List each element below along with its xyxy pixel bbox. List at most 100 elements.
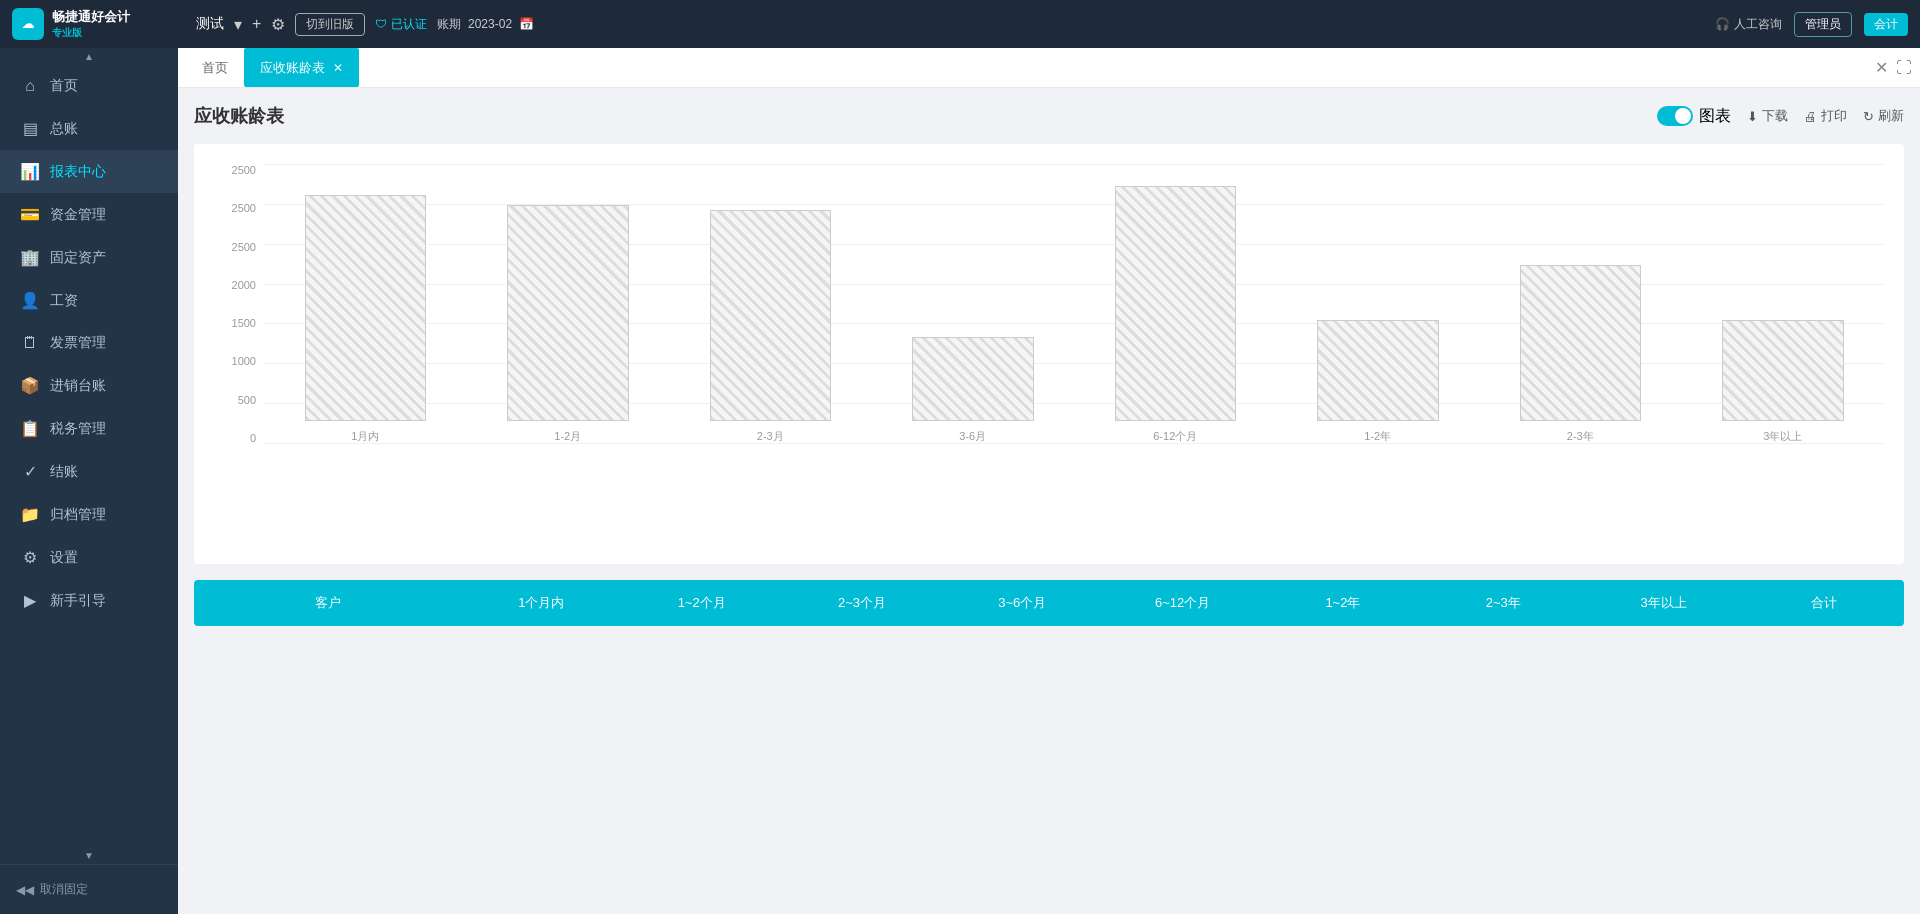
sidebar-bottom: ◀◀ 取消固定 xyxy=(0,864,178,914)
sidebar-item-reports[interactable]: 📊 报表中心 xyxy=(0,150,178,193)
inventory-icon: 📦 xyxy=(20,376,40,395)
bar-7 xyxy=(1722,320,1844,421)
cancel-fixed-btn[interactable]: ◀◀ 取消固定 xyxy=(0,873,178,906)
chart-container: 2500 2500 2500 2000 1500 1000 500 0 xyxy=(194,144,1904,564)
sidebar-item-invoice[interactable]: 🗒 发票管理 xyxy=(0,322,178,364)
sidebar-item-close[interactable]: ✓ 结账 xyxy=(0,450,178,493)
y-label-1000: 1000 xyxy=(232,355,256,367)
print-icon: 🖨 xyxy=(1804,109,1817,124)
sidebar-label-ledger: 总账 xyxy=(50,120,78,138)
th-1-2month: 1~2个月 xyxy=(622,580,782,626)
sidebar-label-guide: 新手引导 xyxy=(50,592,106,610)
sidebar-label-invoice: 发票管理 xyxy=(50,334,106,352)
tab-bar: 首页 应收账龄表 ✕ ✕ ⛶ xyxy=(178,48,1920,88)
tab-home[interactable]: 首页 xyxy=(186,48,244,87)
bar-group-3: 3-6月 xyxy=(872,184,1075,444)
content-area: 首页 应收账龄表 ✕ ✕ ⛶ 应收账龄表 xyxy=(178,48,1920,914)
salary-icon: 👤 xyxy=(20,291,40,310)
bar-x-label-7: 3年以上 xyxy=(1682,429,1885,444)
y-label-2500c: 2500 xyxy=(232,241,256,253)
data-table: 客户 1个月内 1~2个月 2~3个月 3~6个月 6~12个月 1~2年 2~… xyxy=(194,580,1904,626)
account-btn[interactable]: 会计 xyxy=(1864,13,1908,36)
page-actions: 图表 ⬇ 下载 🖨 打印 ↻ 刷新 xyxy=(1657,106,1904,127)
sidebar-item-settings[interactable]: ⚙ 设置 xyxy=(0,536,178,579)
sidebar-item-funds[interactable]: 💳 资金管理 xyxy=(0,193,178,236)
bar-1 xyxy=(507,205,629,421)
home-icon: ⌂ xyxy=(20,77,40,95)
bar-x-label-6: 2-3年 xyxy=(1479,429,1682,444)
th-total: 合计 xyxy=(1744,580,1904,626)
y-label-2000: 2000 xyxy=(232,279,256,291)
sidebar-item-tax[interactable]: 📋 税务管理 xyxy=(0,407,178,450)
scroll-up-arrow[interactable]: ▲ xyxy=(0,48,178,65)
sidebar-item-ledger[interactable]: ▤ 总账 xyxy=(0,107,178,150)
sidebar-label-reports: 报表中心 xyxy=(50,163,106,181)
bar-x-label-2: 2-3月 xyxy=(669,429,872,444)
page-content: 应收账龄表 图表 ⬇ 下载 🖨 打印 xyxy=(178,88,1920,914)
sidebar-item-guide[interactable]: ▶ 新手引导 xyxy=(0,579,178,622)
bar-6 xyxy=(1520,265,1642,421)
logo-area: ☁ 畅捷通好会计 专业版 xyxy=(12,8,172,40)
th-3-6month: 3~6个月 xyxy=(942,580,1102,626)
download-icon: ⬇ xyxy=(1747,109,1758,124)
consult-btn[interactable]: 🎧 人工咨询 xyxy=(1715,16,1782,33)
bar-group-0: 1月内 xyxy=(264,184,467,444)
add-project-btn[interactable]: + xyxy=(252,15,261,33)
bar-chart: 2500 2500 2500 2000 1500 1000 500 0 xyxy=(214,164,1884,484)
cert-badge: 🛡 已认证 xyxy=(375,16,427,33)
headset-icon: 🎧 xyxy=(1715,17,1730,31)
bar-group-1: 1-2月 xyxy=(467,184,670,444)
toggle-thumb xyxy=(1675,108,1691,124)
settings-topbar-btn[interactable]: ⚙ xyxy=(271,15,285,34)
bar-x-label-4: 6-12个月 xyxy=(1074,429,1277,444)
assets-icon: 🏢 xyxy=(20,248,40,267)
settings-icon: ⚙ xyxy=(20,548,40,567)
guide-icon: ▶ xyxy=(20,591,40,610)
sidebar: ▲ ⌂ 首页 ▤ 总账 📊 报表中心 💳 资金管理 🏢 固定资产 xyxy=(0,48,178,914)
download-btn[interactable]: ⬇ 下载 xyxy=(1747,107,1788,125)
sidebar-item-inventory[interactable]: 📦 进销台账 xyxy=(0,364,178,407)
calendar-icon[interactable]: 📅 xyxy=(519,17,534,31)
refresh-btn[interactable]: ↻ 刷新 xyxy=(1863,107,1904,125)
close-window-btn[interactable]: ✕ xyxy=(1875,58,1888,77)
sidebar-item-home[interactable]: ⌂ 首页 xyxy=(0,65,178,107)
bar-group-5: 1-2年 xyxy=(1277,184,1480,444)
logo-icon: ☁ xyxy=(12,8,44,40)
toggle-track[interactable] xyxy=(1657,106,1693,126)
sidebar-label-tax: 税务管理 xyxy=(50,420,106,438)
tab-aging[interactable]: 应收账龄表 ✕ xyxy=(244,48,359,87)
topbar-center: 测试 ▾ + ⚙ 切到旧版 🛡 已认证 账期 2023-02 📅 xyxy=(180,13,1707,36)
th-3year-plus: 3年以上 xyxy=(1583,580,1743,626)
tab-close-btn[interactable]: ✕ xyxy=(333,61,343,75)
sidebar-item-archive[interactable]: 📁 归档管理 xyxy=(0,493,178,536)
sidebar-label-archive: 归档管理 xyxy=(50,506,106,524)
bar-group-7: 3年以上 xyxy=(1682,184,1885,444)
ledger-icon: ▤ xyxy=(20,119,40,138)
chart-toggle[interactable]: 图表 xyxy=(1657,106,1731,127)
bar-3 xyxy=(912,337,1034,421)
funds-icon: 💳 xyxy=(20,205,40,224)
scroll-down-arrow[interactable]: ▼ xyxy=(0,847,178,864)
bar-x-label-3: 3-6月 xyxy=(872,429,1075,444)
admin-btn[interactable]: 管理员 xyxy=(1794,12,1852,37)
sidebar-item-salary[interactable]: 👤 工资 xyxy=(0,279,178,322)
sidebar-label-settings: 设置 xyxy=(50,549,78,567)
page-header: 应收账龄表 图表 ⬇ 下载 🖨 打印 xyxy=(194,104,1904,128)
th-1month: 1个月内 xyxy=(461,580,621,626)
y-label-500: 500 xyxy=(238,394,256,406)
y-axis: 2500 2500 2500 2000 1500 1000 500 0 xyxy=(214,164,264,444)
sidebar-item-assets[interactable]: 🏢 固定资产 xyxy=(0,236,178,279)
bar-4 xyxy=(1115,186,1237,421)
archive-icon: 📁 xyxy=(20,505,40,524)
print-btn[interactable]: 🖨 打印 xyxy=(1804,107,1847,125)
expand-btn[interactable]: ⛶ xyxy=(1896,59,1912,77)
sidebar-label-assets: 固定资产 xyxy=(50,249,106,267)
y-label-2500a: 2500 xyxy=(232,164,256,176)
switch-version-btn[interactable]: 切到旧版 xyxy=(295,13,365,36)
refresh-icon: ↻ xyxy=(1863,109,1874,124)
th-2-3month: 2~3个月 xyxy=(782,580,942,626)
bar-0 xyxy=(305,195,427,421)
app-subtitle: 专业版 xyxy=(52,26,130,40)
grid-line xyxy=(264,164,1884,165)
project-dropdown-btn[interactable]: ▾ xyxy=(234,15,242,34)
